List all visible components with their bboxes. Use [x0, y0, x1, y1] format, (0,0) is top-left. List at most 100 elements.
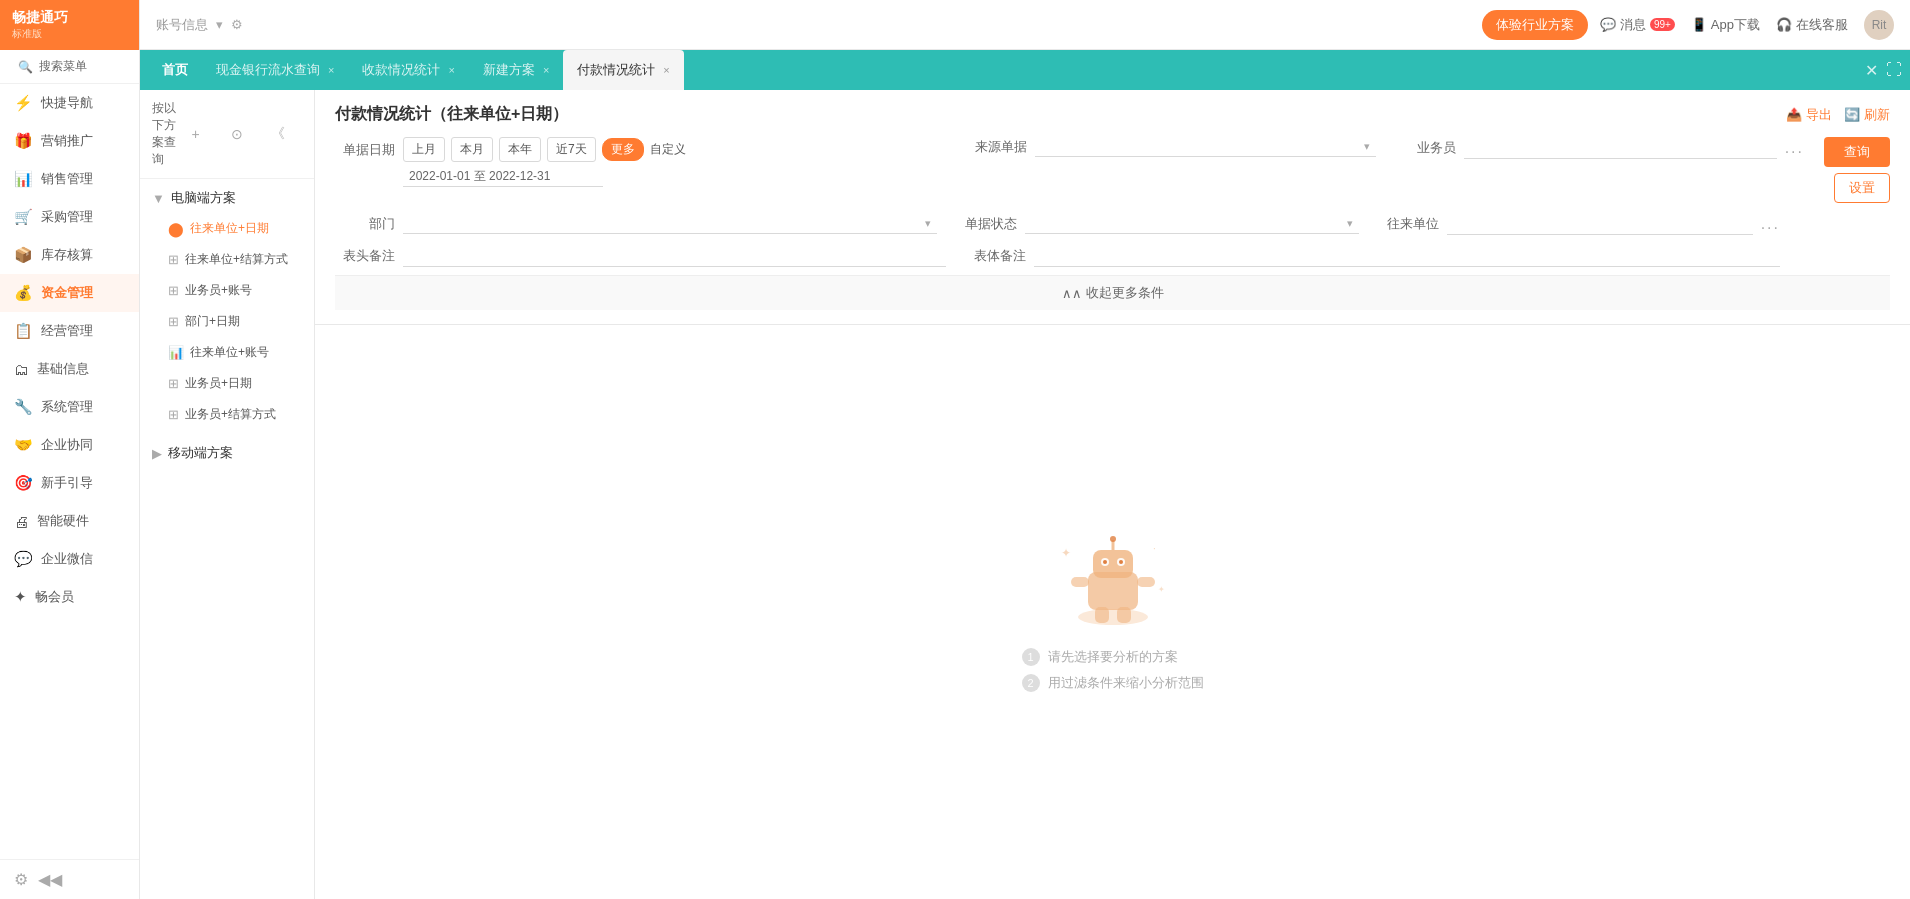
- voucher-status-select[interactable]: ▾: [1025, 214, 1358, 234]
- app-download-item[interactable]: 📱 App下载: [1691, 16, 1760, 34]
- refresh-action[interactable]: 🔄 刷新: [1844, 106, 1890, 124]
- hardware-icon: 🖨: [14, 513, 29, 530]
- sidebar-item-hardware[interactable]: 🖨 智能硬件: [0, 502, 139, 540]
- scheme-group-mobile-title[interactable]: ▶ 移动端方案: [140, 438, 314, 468]
- dept-dropdown-icon: ▾: [925, 217, 931, 230]
- account-name: 账号信息: [156, 16, 208, 34]
- sidebar-item-vip[interactable]: ✦ 畅会员: [0, 578, 139, 616]
- filter-area: 付款情况统计（往来单位+日期） 📤 导出 🔄 刷新: [315, 90, 1910, 325]
- online-service-item[interactable]: 🎧 在线客服: [1776, 16, 1848, 34]
- tab-home[interactable]: 首页: [148, 50, 202, 90]
- service-icon: 🎧: [1776, 17, 1792, 32]
- filter-title-actions: 📤 导出 🔄 刷新: [1786, 106, 1890, 124]
- settings-button[interactable]: 设置: [1834, 173, 1890, 203]
- date-opt-7days[interactable]: 近7天: [547, 137, 596, 162]
- counterpart-more-btn[interactable]: ...: [1761, 215, 1780, 233]
- scheme-collapse-btn[interactable]: 《: [271, 125, 303, 143]
- sidebar-item-marketing[interactable]: 🎁 营销推广: [0, 122, 139, 160]
- empty-tips: 1 请先选择要分析的方案 2 用过滤条件来缩小分析范围: [1022, 648, 1204, 692]
- dept-select[interactable]: ▾: [403, 214, 937, 234]
- fullscreen-icon[interactable]: ⛶: [1886, 61, 1902, 79]
- tab-bank-flow[interactable]: 现金银行流水查询 ×: [202, 50, 348, 90]
- scheme-item-counterpart-payment[interactable]: ⊞ 往来单位+结算方式: [140, 244, 314, 275]
- svg-text:✦: ✦: [1158, 585, 1165, 594]
- group-mobile-label: 移动端方案: [168, 444, 233, 462]
- sidebar-item-purchase[interactable]: 🛒 采购管理: [0, 198, 139, 236]
- sidebar-item-inventory[interactable]: 📦 库存核算: [0, 236, 139, 274]
- scheme-group-desktop-title[interactable]: ▼ 电脑端方案: [140, 183, 314, 213]
- query-button[interactable]: 查询: [1824, 137, 1890, 167]
- date-opt-this-year[interactable]: 本年: [499, 137, 541, 162]
- scheme-item-label: 部门+日期: [185, 313, 240, 330]
- scheme-add-btn[interactable]: +: [192, 126, 224, 142]
- tab-new-scheme-close[interactable]: ×: [543, 64, 549, 76]
- tab-home-label: 首页: [162, 61, 188, 79]
- tab-pay-stats-label: 付款情况统计: [577, 61, 655, 79]
- sidebar-item-basic[interactable]: 🗂 基础信息: [0, 350, 139, 388]
- scheme-item-dept-date[interactable]: ⊞ 部门+日期: [140, 306, 314, 337]
- user-avatar[interactable]: Rit: [1864, 10, 1894, 40]
- collapse-sidebar-icon[interactable]: ◀◀: [38, 870, 62, 889]
- body-note-label: 表体备注: [966, 247, 1026, 265]
- date-opt-this-month[interactable]: 本月: [451, 137, 493, 162]
- scheme-item-counterpart-account[interactable]: 📊 往来单位+账号: [140, 337, 314, 368]
- trial-button[interactable]: 体验行业方案: [1482, 10, 1588, 40]
- source-select[interactable]: ▾: [1035, 137, 1375, 157]
- tab-new-scheme[interactable]: 新建方案 ×: [469, 50, 563, 90]
- tip-2-text: 用过滤条件来缩小分析范围: [1048, 674, 1204, 692]
- svg-text:·: ·: [1153, 543, 1156, 554]
- salesman-more-btn[interactable]: ...: [1785, 139, 1804, 157]
- sidebar-item-quick-nav[interactable]: ⚡ 快捷导航: [0, 84, 139, 122]
- sidebar-item-label: 企业协同: [41, 436, 93, 454]
- sidebar-item-guide[interactable]: 🎯 新手引导: [0, 464, 139, 502]
- query-buttons: 查询 设置: [1824, 137, 1890, 203]
- more-conditions-toggle[interactable]: ∧∧ 收起更多条件: [335, 275, 1890, 310]
- filter-panel: 付款情况统计（往来单位+日期） 📤 导出 🔄 刷新: [315, 90, 1910, 899]
- scheme-item-label: 往来单位+结算方式: [185, 251, 288, 268]
- sidebar-item-operations[interactable]: 📋 经营管理: [0, 312, 139, 350]
- scheme-item-staff-account[interactable]: ⊞ 业务员+账号: [140, 275, 314, 306]
- date-opt-more[interactable]: 更多: [602, 138, 644, 161]
- tab-pay-stats-close[interactable]: ×: [663, 64, 669, 76]
- svg-rect-12: [1117, 607, 1131, 623]
- sidebar-item-label: 销售管理: [41, 170, 93, 188]
- tab-bank-flow-close[interactable]: ×: [328, 64, 334, 76]
- scheme-active-icon: ⬤: [168, 221, 184, 237]
- search-menu[interactable]: 🔍 搜索菜单: [0, 50, 139, 84]
- sidebar-item-finance[interactable]: 💰 资金管理: [0, 274, 139, 312]
- scheme-item-staff-payment[interactable]: ⊞ 业务员+结算方式: [140, 399, 314, 430]
- scheme-chart-icon: 📊: [168, 345, 184, 360]
- refresh-label: 刷新: [1864, 106, 1890, 124]
- tab-payment-stats-close[interactable]: ×: [448, 64, 454, 76]
- messages-item[interactable]: 💬 消息 99+: [1600, 16, 1675, 34]
- sidebar-logo: 畅捷通巧 标准版: [0, 0, 139, 50]
- message-label: 消息: [1620, 16, 1646, 34]
- sidebar-item-sales[interactable]: 📊 销售管理: [0, 160, 139, 198]
- export-action[interactable]: 📤 导出: [1786, 106, 1832, 124]
- mobile-icon: 📱: [1691, 17, 1707, 32]
- scheme-item-counterpart-date[interactable]: ⬤ 往来单位+日期: [140, 213, 314, 244]
- source-dropdown-icon: ▾: [1364, 140, 1370, 153]
- scheme-settings-btn[interactable]: ⊙: [231, 126, 263, 142]
- sidebar-bottom: ⚙ ◀◀: [0, 859, 139, 899]
- date-opt-last-month[interactable]: 上月: [403, 137, 445, 162]
- dropdown-icon[interactable]: ▾: [216, 17, 223, 32]
- arrow-right-icon: ▶: [152, 446, 162, 461]
- settings-btn[interactable]: ⚙: [231, 17, 243, 32]
- close-all-icon[interactable]: ✕: [1865, 61, 1878, 80]
- sidebar-item-label: 基础信息: [37, 360, 89, 378]
- date-range-input[interactable]: [403, 166, 603, 187]
- tab-payment-stats[interactable]: 收款情况统计 ×: [348, 50, 468, 90]
- svg-point-6: [1119, 560, 1123, 564]
- sidebar-item-enterprise[interactable]: 🤝 企业协同: [0, 426, 139, 464]
- message-badge: 99+: [1650, 18, 1675, 31]
- settings-icon[interactable]: ⚙: [14, 870, 28, 889]
- scheme-item-staff-date[interactable]: ⊞ 业务员+日期: [140, 368, 314, 399]
- sidebar-item-wechat[interactable]: 💬 企业微信: [0, 540, 139, 578]
- date-options: 上月 本月 本年 近7天 更多 自定义: [403, 137, 686, 162]
- tab-bank-flow-label: 现金银行流水查询: [216, 61, 320, 79]
- date-custom-label[interactable]: 自定义: [650, 141, 686, 158]
- app-version: 标准版: [12, 27, 68, 41]
- sidebar-item-system[interactable]: 🔧 系统管理: [0, 388, 139, 426]
- tab-pay-stats[interactable]: 付款情况统计 ×: [563, 50, 683, 90]
